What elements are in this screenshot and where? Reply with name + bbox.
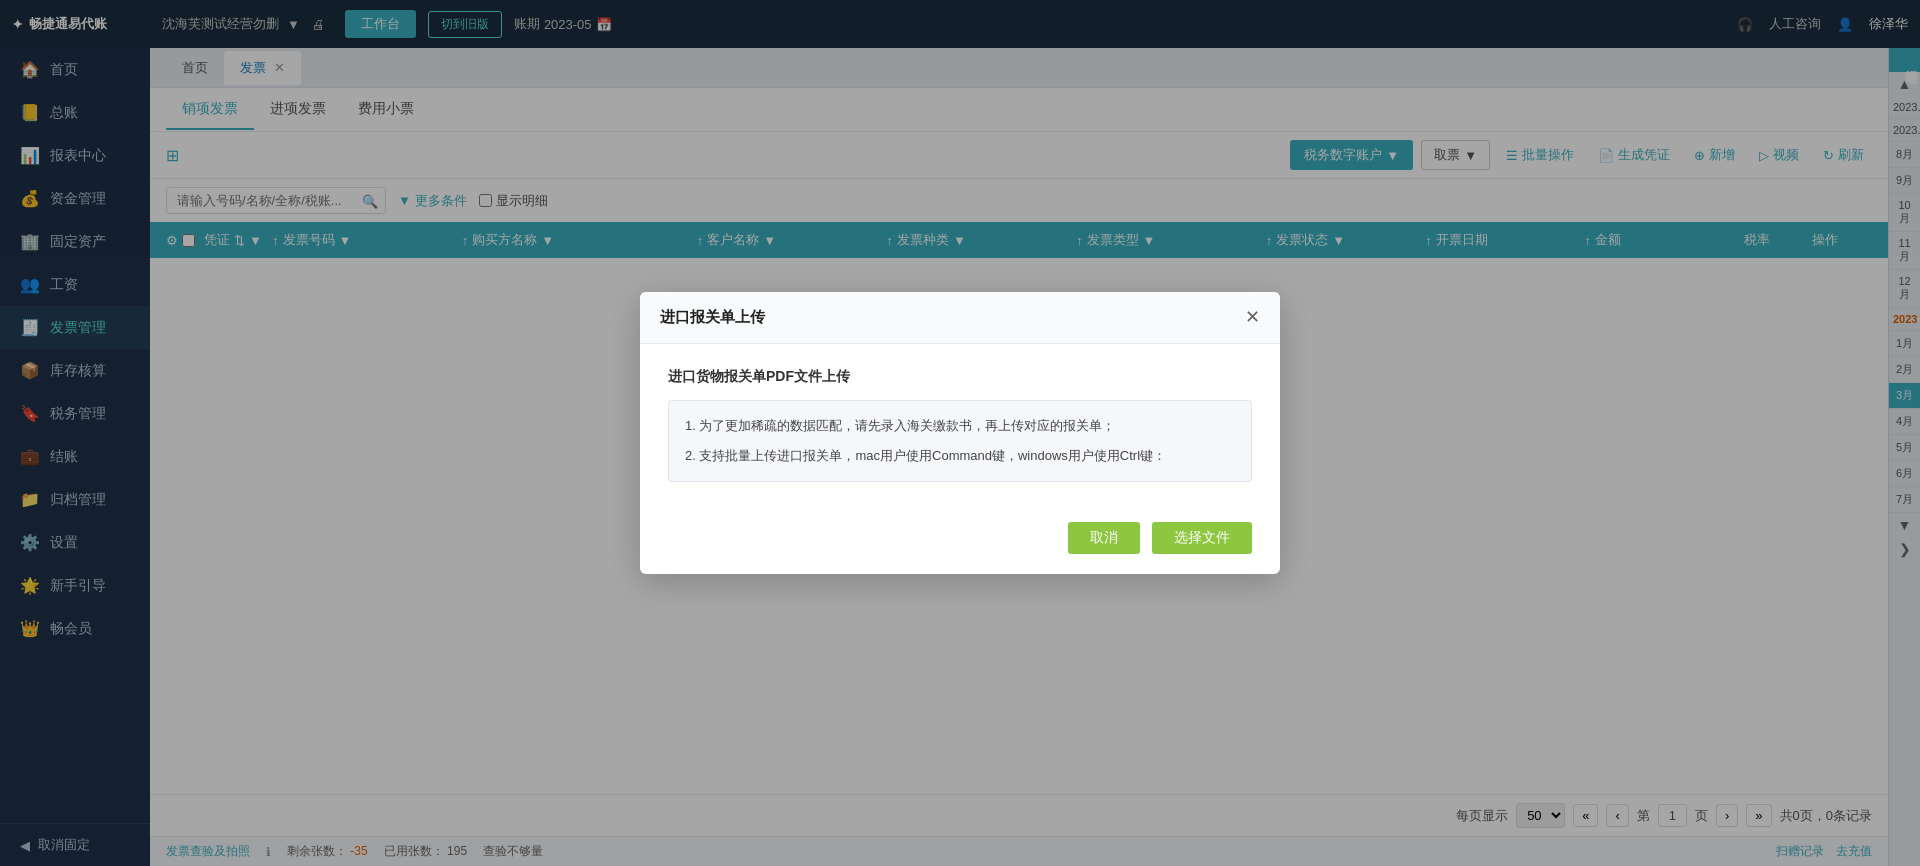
modal-info-box: 1. 为了更加稀疏的数据匹配，请先录入海关缴款书，再上传对应的报关单； 2. 支… [668, 400, 1252, 482]
modal-instruction-2: 2. 支持批量上传进口报关单，mac用户使用Command键，windows用户… [685, 445, 1235, 467]
modal-overlay: 进口报关单上传 ✕ 进口货物报关单PDF文件上传 1. 为了更加稀疏的数据匹配，… [0, 0, 1920, 866]
modal-close-button[interactable]: ✕ [1245, 308, 1260, 326]
modal-header: 进口报关单上传 ✕ [640, 292, 1280, 344]
modal-instruction-1: 1. 为了更加稀疏的数据匹配，请先录入海关缴款书，再上传对应的报关单； [685, 415, 1235, 437]
modal-title: 进口报关单上传 [660, 308, 765, 327]
modal-cancel-button[interactable]: 取消 [1068, 522, 1140, 554]
modal-footer: 取消 选择文件 [640, 506, 1280, 574]
modal-body: 进口货物报关单PDF文件上传 1. 为了更加稀疏的数据匹配，请先录入海关缴款书，… [640, 344, 1280, 506]
modal-section-title: 进口货物报关单PDF文件上传 [668, 368, 1252, 386]
import-customs-modal: 进口报关单上传 ✕ 进口货物报关单PDF文件上传 1. 为了更加稀疏的数据匹配，… [640, 292, 1280, 574]
modal-select-file-button[interactable]: 选择文件 [1152, 522, 1252, 554]
